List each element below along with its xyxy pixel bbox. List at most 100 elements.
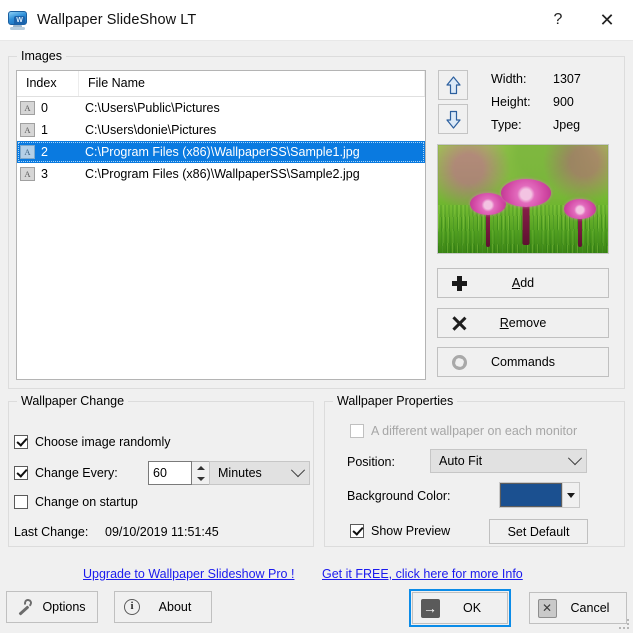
- checkbox-box: [14, 495, 28, 509]
- interval-unit-value: Minutes: [218, 466, 262, 480]
- position-value: Auto Fit: [439, 454, 483, 468]
- interval-increment-button[interactable]: [192, 462, 209, 473]
- table-row[interactable]: A 3 C:\Program Files (x86)\WallpaperSS\Sam…: [17, 163, 425, 185]
- arrow-up-icon: [445, 75, 461, 94]
- plus-icon: [448, 269, 470, 297]
- table-row[interactable]: A 1 C:\Users\donie\Pictures: [17, 119, 425, 141]
- info-icon: i: [115, 599, 149, 615]
- ok-button[interactable]: OK: [409, 589, 511, 627]
- cell-index: 0: [41, 101, 48, 115]
- choose-image-randomly-label: Choose image randomly: [35, 435, 171, 449]
- column-header-filename[interactable]: File Name: [79, 71, 425, 96]
- cell-filename: C:\Users\Public\Pictures: [85, 101, 220, 115]
- file-type-a-icon: A: [20, 123, 35, 137]
- file-type-a-icon: A: [20, 145, 35, 159]
- remove-button[interactable]: Remove: [437, 308, 609, 338]
- set-default-button[interactable]: Set Default: [489, 519, 588, 544]
- background-color-picker[interactable]: [499, 482, 580, 508]
- background-color-swatch[interactable]: [500, 483, 562, 507]
- set-default-label: Set Default: [507, 524, 570, 539]
- choose-image-randomly-checkbox[interactable]: Choose image randomly: [14, 435, 171, 449]
- cancel-label: Cancel: [570, 601, 610, 615]
- arrow-down-icon: [445, 110, 461, 129]
- listview-header: Index File Name: [17, 71, 425, 97]
- window-controls: ? ✕: [535, 0, 633, 40]
- position-label: Position:: [347, 455, 395, 469]
- type-value: Jpeg: [553, 118, 581, 132]
- resize-grip[interactable]: [619, 619, 631, 631]
- ok-label: OK: [462, 601, 482, 615]
- chevron-down-icon: [287, 463, 309, 478]
- interval-decrement-button[interactable]: [192, 473, 209, 484]
- different-wallpaper-per-monitor-label: A different wallpaper on each monitor: [371, 424, 578, 438]
- gear-icon: [448, 348, 470, 376]
- column-header-index[interactable]: Index: [17, 71, 79, 96]
- move-up-button[interactable]: [438, 70, 468, 100]
- commands-button-label: Commands: [491, 355, 555, 369]
- images-group-legend: Images: [17, 49, 66, 63]
- width-value: 1307: [553, 72, 581, 86]
- triangle-down-icon: [567, 492, 575, 498]
- cell-filename: C:\Program Files (x86)\WallpaperSS\Sampl…: [85, 145, 360, 159]
- different-wallpaper-per-monitor-checkbox[interactable]: A different wallpaper on each monitor: [350, 424, 577, 438]
- options-button[interactable]: Options: [6, 591, 98, 623]
- checkbox-box: [14, 466, 28, 480]
- file-type-a-icon: A: [20, 167, 35, 181]
- file-type-a-icon: A: [20, 101, 35, 115]
- listview-body: A 0 C:\Users\Public\Pictures A 1 C:\Users\don…: [17, 97, 425, 185]
- height-label: Height:: [491, 95, 531, 109]
- color-dropdown-button[interactable]: [562, 483, 579, 507]
- table-row[interactable]: A 0 C:\Users\Public\Pictures: [17, 97, 425, 119]
- width-label: Width:: [491, 72, 527, 86]
- image-preview-thumbnail: [437, 144, 609, 254]
- cell-index: 2: [41, 145, 48, 159]
- checkbox-box: [14, 435, 28, 449]
- type-label: Type:: [491, 118, 522, 132]
- table-row[interactable]: A 2 C:\Program Files (x86)\WallpaperSS\Sam…: [17, 141, 425, 163]
- monitor-icon: W: [7, 9, 29, 31]
- show-preview-label: Show Preview: [371, 524, 451, 538]
- wrench-icon: [7, 599, 41, 615]
- change-every-label: Change Every:: [35, 466, 118, 480]
- arrow-right-icon: [413, 598, 447, 618]
- flower-graphic: [500, 179, 552, 245]
- cancel-x-icon: [530, 598, 564, 618]
- last-change-label: Last Change:: [14, 525, 89, 539]
- checkbox-box: [350, 424, 364, 438]
- remove-button-label: Remove: [499, 316, 547, 330]
- move-down-button[interactable]: [438, 104, 468, 134]
- add-button[interactable]: Add: [437, 268, 609, 298]
- change-on-startup-checkbox[interactable]: Change on startup: [14, 495, 138, 509]
- about-label: About: [158, 600, 192, 614]
- upgrade-link[interactable]: Upgrade to Wallpaper Slideshow Pro !: [83, 567, 294, 581]
- help-button[interactable]: ?: [535, 0, 581, 40]
- wallpaper-change-legend: Wallpaper Change: [17, 394, 129, 408]
- chevron-down-icon: [564, 451, 586, 466]
- position-select[interactable]: Auto Fit: [430, 449, 587, 473]
- interval-unit-select[interactable]: Minutes: [209, 461, 310, 485]
- height-value: 900: [553, 95, 574, 109]
- cell-filename: C:\Users\donie\Pictures: [85, 123, 217, 137]
- cell-index: 1: [41, 123, 48, 137]
- show-preview-checkbox[interactable]: Show Preview: [350, 524, 450, 538]
- last-change-value: 09/10/2019 11:51:45: [105, 525, 219, 539]
- commands-button[interactable]: Commands: [437, 347, 609, 377]
- change-every-checkbox[interactable]: Change Every:: [14, 466, 118, 480]
- about-button[interactable]: i About: [114, 591, 212, 623]
- images-listview[interactable]: Index File Name A 0 C:\Users\Public\Pictur…: [16, 70, 426, 380]
- add-button-label: Add: [511, 276, 535, 290]
- interval-stepper[interactable]: 60: [148, 461, 210, 485]
- close-button[interactable]: ✕: [581, 0, 633, 40]
- interval-spin-buttons[interactable]: [192, 461, 210, 485]
- window-titlebar: W Wallpaper SlideShow LT ? ✕: [0, 0, 633, 41]
- window-title: Wallpaper SlideShow LT: [37, 12, 197, 28]
- cancel-button[interactable]: Cancel: [529, 592, 627, 624]
- cell-index: 3: [41, 167, 48, 181]
- wallpaper-properties-legend: Wallpaper Properties: [333, 394, 458, 408]
- interval-input[interactable]: 60: [148, 461, 192, 485]
- flower-graphic: [562, 199, 598, 247]
- close-x-icon: [448, 309, 470, 337]
- get-free-link[interactable]: Get it FREE, click here for more Info: [322, 567, 523, 581]
- options-label: Options: [42, 600, 86, 614]
- change-on-startup-label: Change on startup: [35, 495, 138, 509]
